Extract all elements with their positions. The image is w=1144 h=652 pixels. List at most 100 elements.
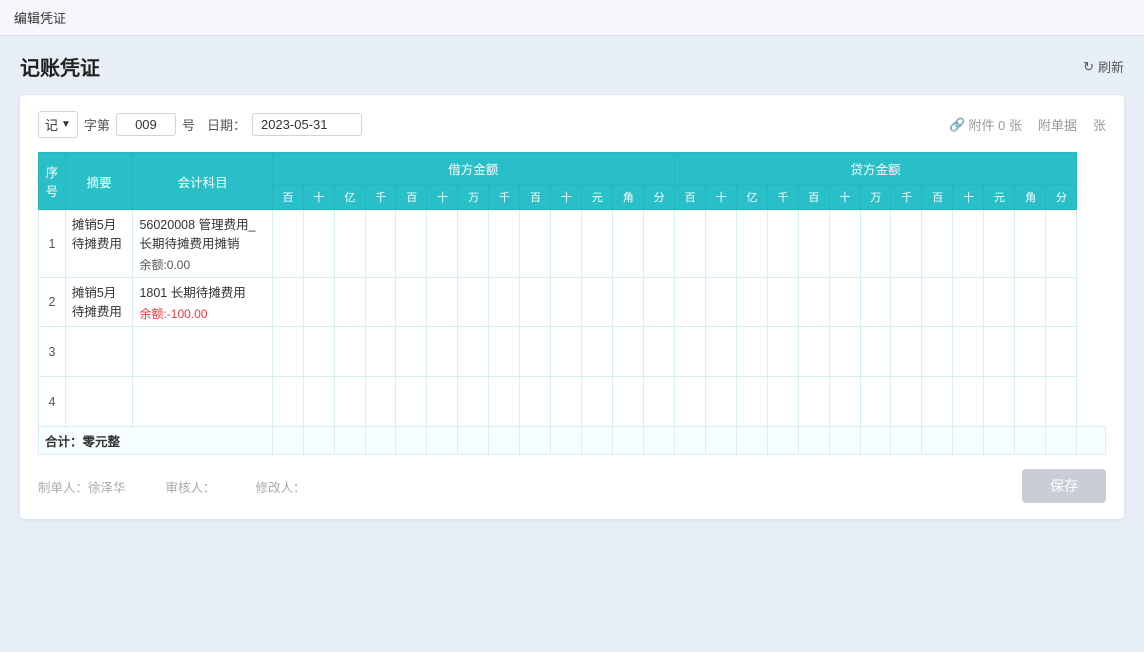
row1-c6[interactable] [829, 210, 860, 278]
row2-c13[interactable] [1046, 278, 1077, 327]
save-button[interactable]: 保存 [1022, 469, 1106, 503]
form-row: 记 ▼ 字第 号 日期： 🔗 附件 0 张 附单据 张 [38, 111, 1106, 138]
row2-d12[interactable] [613, 278, 644, 327]
credit-col-shi1: 十 [705, 185, 736, 210]
row1-c7[interactable] [860, 210, 891, 278]
editor-section: 修改人： [256, 477, 306, 496]
row1-account[interactable]: 56020008 管理费用_长期待摊费用摊销 余额:0.00 [133, 210, 272, 278]
row1-d2[interactable] [303, 210, 334, 278]
debit-col-qian2: 千 [489, 185, 520, 210]
row1-d1[interactable] [272, 210, 303, 278]
row1-c8[interactable] [891, 210, 922, 278]
row1-d9[interactable] [520, 210, 551, 278]
row1-account-code: 56020008 [139, 218, 195, 232]
row2-c5[interactable] [798, 278, 829, 327]
row2-c4[interactable] [767, 278, 798, 327]
row2-summary[interactable]: 摊销5月待摊费用 [65, 278, 133, 327]
row1-d4[interactable] [365, 210, 396, 278]
debit-col-bai1: 百 [272, 185, 303, 210]
row2-d11[interactable] [582, 278, 613, 327]
voucher-number-input[interactable] [116, 113, 176, 136]
refresh-icon: ↻ [1083, 59, 1094, 75]
col-credit-header: 贷方金额 [674, 153, 1076, 185]
total-label-text: 合计： [45, 435, 83, 449]
row2-c3[interactable] [736, 278, 767, 327]
row2-c9[interactable] [922, 278, 953, 327]
row2-d3[interactable] [334, 278, 365, 327]
prefix-value: 记 [45, 115, 58, 134]
row2-c6[interactable] [829, 278, 860, 327]
row1-d11[interactable] [582, 210, 613, 278]
refresh-button[interactable]: ↻ 刷新 [1083, 57, 1124, 76]
row2-account[interactable]: 1801 长期待摊费用 余额:-100.00 [133, 278, 272, 327]
row1-d3[interactable] [334, 210, 365, 278]
credit-col-yuan: 元 [984, 185, 1015, 210]
row1-summary[interactable]: 摊销5月待摊费用 [65, 210, 133, 278]
attach-label: 附件 0 张 [969, 115, 1022, 134]
reviewer-section: 审核人： [166, 477, 216, 496]
hao-label: 号 [182, 115, 195, 134]
row2-d1[interactable] [272, 278, 303, 327]
chevron-down-icon: ▼ [61, 119, 71, 130]
row1-d7[interactable] [458, 210, 489, 278]
row1-c12[interactable] [1015, 210, 1046, 278]
row2-c11[interactable] [984, 278, 1015, 327]
row2-d2[interactable] [303, 278, 334, 327]
voucher-table: 序号 摘要 会计科目 借方金额 贷方金额 百 十 亿 千 百 十 万 千 百 十 [38, 152, 1106, 455]
row1-c11[interactable] [984, 210, 1015, 278]
row2-d10[interactable] [551, 278, 582, 327]
row1-c2[interactable] [705, 210, 736, 278]
row2-c7[interactable] [860, 278, 891, 327]
row1-c10[interactable] [953, 210, 984, 278]
sheet-link[interactable]: 附单据 [1038, 115, 1077, 134]
row4-summary[interactable] [65, 377, 133, 427]
row2-c10[interactable] [953, 278, 984, 327]
table-row: 4 [39, 377, 1106, 427]
row2-d4[interactable] [365, 278, 396, 327]
row1-c5[interactable] [798, 210, 829, 278]
debit-col-qian1: 千 [365, 185, 396, 210]
row1-d12[interactable] [613, 210, 644, 278]
row2-c12[interactable] [1015, 278, 1046, 327]
row2-d6[interactable] [427, 278, 458, 327]
row2-c1[interactable] [674, 278, 705, 327]
row3-summary[interactable] [65, 327, 133, 377]
row2-d8[interactable] [489, 278, 520, 327]
debit-col-fen: 分 [643, 185, 674, 210]
col-summary-header: 摘要 [65, 153, 133, 210]
row3-account[interactable] [133, 327, 272, 377]
row1-d10[interactable] [551, 210, 582, 278]
row1-d6[interactable] [427, 210, 458, 278]
row1-c13[interactable] [1046, 210, 1077, 278]
row2-d7[interactable] [458, 278, 489, 327]
row2-c8[interactable] [891, 278, 922, 327]
creator-label: 制单人： [38, 481, 88, 495]
date-input[interactable] [252, 113, 362, 136]
row3-seq: 3 [39, 327, 66, 377]
row4-account[interactable] [133, 377, 272, 427]
credit-col-qian2: 千 [891, 185, 922, 210]
row1-c9[interactable] [922, 210, 953, 278]
attach-link[interactable]: 🔗 附件 0 张 [949, 115, 1022, 134]
footer-info: 制单人：徐泽华 审核人： 修改人： 保存 [38, 469, 1106, 503]
row2-d9[interactable] [520, 278, 551, 327]
row2-d13[interactable] [643, 278, 674, 327]
row2-d5[interactable] [396, 278, 427, 327]
row1-c3[interactable] [736, 210, 767, 278]
debit-col-yi: 亿 [334, 185, 365, 210]
table-row: 1 摊销5月待摊费用 56020008 管理费用_长期待摊费用摊销 余额:0.0… [39, 210, 1106, 278]
credit-col-bai1: 百 [674, 185, 705, 210]
debit-col-jiao: 角 [613, 185, 644, 210]
row1-c4[interactable] [767, 210, 798, 278]
row2-c2[interactable] [705, 278, 736, 327]
row1-d13[interactable] [643, 210, 674, 278]
row1-d5[interactable] [396, 210, 427, 278]
row1-c1[interactable] [674, 210, 705, 278]
creator-value: 徐泽华 [88, 481, 126, 495]
row2-seq: 2 [39, 278, 66, 327]
credit-col-bai3: 百 [922, 185, 953, 210]
window-titlebar: 编辑凭证 [0, 0, 1144, 36]
prefix-select[interactable]: 记 ▼ [38, 111, 78, 138]
row1-d8[interactable] [489, 210, 520, 278]
credit-col-fen: 分 [1046, 185, 1077, 210]
